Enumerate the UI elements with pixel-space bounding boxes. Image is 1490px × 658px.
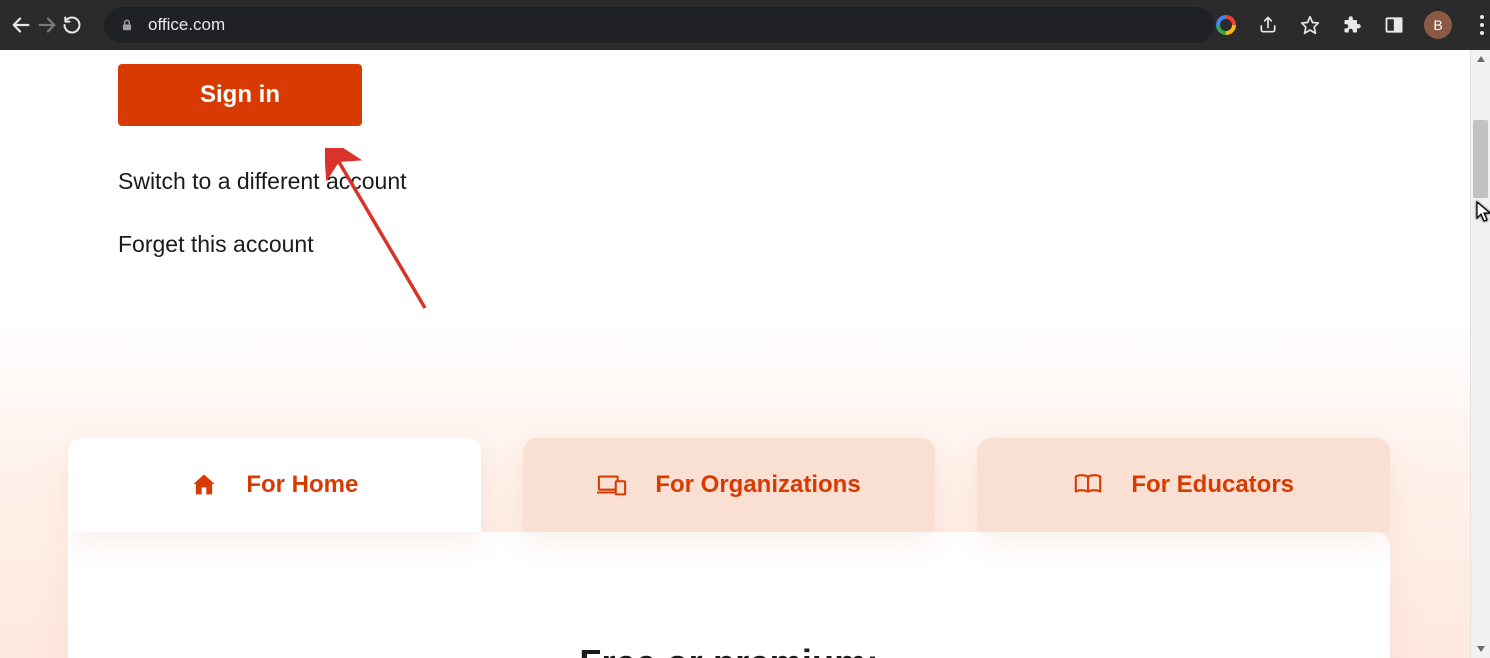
vertical-scrollbar[interactable] (1470, 50, 1490, 658)
mouse-cursor-icon (1475, 200, 1490, 229)
profile-avatar[interactable]: B (1424, 11, 1452, 39)
signin-section: Sign in Switch to a different account Fo… (0, 50, 1470, 258)
forward-button[interactable] (36, 8, 58, 42)
tab-label: For Organizations (655, 471, 860, 499)
book-icon (1073, 472, 1103, 498)
forget-account-link[interactable]: Forget this account (118, 231, 1470, 258)
switch-account-link[interactable]: Switch to a different account (118, 168, 1470, 195)
tab-for-educators[interactable]: For Educators (977, 438, 1390, 532)
back-button[interactable] (10, 8, 32, 42)
lock-icon (120, 17, 134, 33)
devices-icon (597, 473, 627, 497)
plan-tabs: For Home For Organizations For Educators (68, 438, 1390, 532)
scroll-up-button[interactable] (1471, 50, 1490, 68)
toolbar-right: B (1214, 11, 1490, 39)
avatar-initial: B (1433, 17, 1442, 33)
tab-label: For Home (246, 471, 358, 499)
sign-in-button[interactable]: Sign in (118, 64, 362, 126)
share-icon[interactable] (1256, 13, 1280, 37)
tab-for-organizations[interactable]: For Organizations (523, 438, 936, 532)
plans-section: For Home For Organizations For Educators… (68, 438, 1390, 658)
hero-line-1: Free or premium: (68, 642, 1390, 658)
star-icon[interactable] (1298, 13, 1322, 37)
browser-toolbar: office.com B (0, 0, 1490, 50)
viewport: Sign in Switch to a different account Fo… (0, 50, 1490, 658)
google-icon[interactable] (1214, 13, 1238, 37)
home-icon (190, 471, 218, 499)
plan-panel: Free or premium: Microsoft 365 has you c… (68, 532, 1390, 658)
reload-button[interactable] (62, 8, 82, 42)
url-text: office.com (148, 15, 225, 35)
tab-for-home[interactable]: For Home (68, 438, 481, 532)
scroll-thumb[interactable] (1473, 120, 1488, 198)
page-content: Sign in Switch to a different account Fo… (0, 50, 1470, 658)
tab-label: For Educators (1131, 471, 1294, 499)
kebab-menu-icon[interactable] (1470, 13, 1490, 37)
address-bar[interactable]: office.com (104, 7, 1214, 43)
extensions-icon[interactable] (1340, 13, 1364, 37)
panel-icon[interactable] (1382, 13, 1406, 37)
scroll-down-button[interactable] (1471, 640, 1490, 658)
